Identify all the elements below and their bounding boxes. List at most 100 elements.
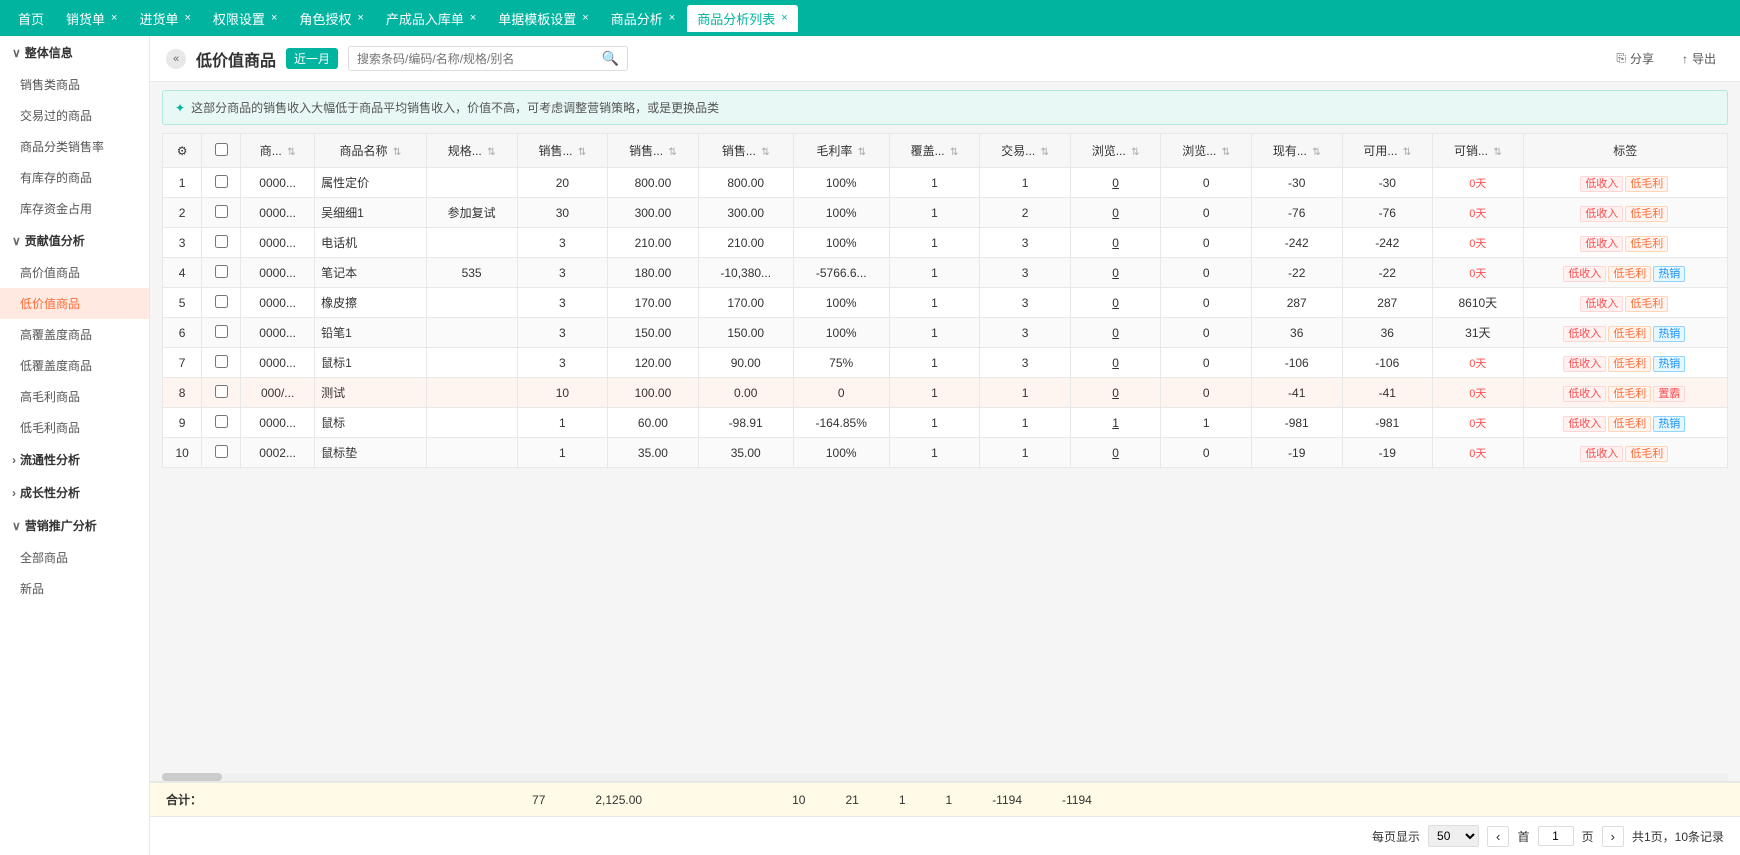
row-checkbox[interactable] xyxy=(215,325,228,338)
cell-views1[interactable]: 0 xyxy=(1070,168,1161,198)
views1-link[interactable]: 0 xyxy=(1112,206,1119,220)
section-marketing[interactable]: ∨ 营销推广分析 xyxy=(0,509,149,542)
sidebar-item-low-coverage[interactable]: 低覆盖度商品 xyxy=(0,350,149,381)
views1-link[interactable]: 0 xyxy=(1112,266,1119,280)
scrollbar-thumb[interactable] xyxy=(162,773,222,781)
cell-checkbox[interactable] xyxy=(202,198,241,228)
nav-sales[interactable]: 销货单 × xyxy=(56,5,127,32)
period-badge[interactable]: 近一月 xyxy=(286,48,338,69)
first-page-btn[interactable]: ‹ xyxy=(1487,826,1509,847)
close-icon[interactable]: × xyxy=(781,12,787,24)
col-saleable[interactable]: 可销... ⇅ xyxy=(1433,134,1524,168)
row-checkbox[interactable] xyxy=(215,235,228,248)
cell-checkbox[interactable] xyxy=(202,378,241,408)
col-coverage[interactable]: 覆盖... ⇅ xyxy=(889,134,980,168)
sidebar-item-low-margin[interactable]: 低毛利商品 xyxy=(0,412,149,443)
close-icon[interactable]: × xyxy=(184,12,190,24)
sidebar-item-sales-products[interactable]: 销售类商品 xyxy=(0,69,149,100)
cell-checkbox[interactable] xyxy=(202,228,241,258)
views1-link[interactable]: 0 xyxy=(1112,296,1119,310)
row-checkbox[interactable] xyxy=(215,265,228,278)
nav-stock-in[interactable]: 产成品入库单 × xyxy=(376,5,486,32)
per-page-select[interactable]: 50 100 xyxy=(1428,825,1479,847)
col-spec[interactable]: 规格... ⇅ xyxy=(426,134,517,168)
views1-link[interactable]: 0 xyxy=(1112,176,1119,190)
cell-views1[interactable]: 1 xyxy=(1070,408,1161,438)
section-circulation[interactable]: › 流通性分析 xyxy=(0,443,149,476)
close-icon[interactable]: × xyxy=(357,12,363,24)
row-checkbox[interactable] xyxy=(215,355,228,368)
sidebar-item-traded-products[interactable]: 交易过的商品 xyxy=(0,100,149,131)
col-views1[interactable]: 浏览... ⇅ xyxy=(1070,134,1161,168)
row-checkbox[interactable] xyxy=(215,175,228,188)
col-views2[interactable]: 浏览... ⇅ xyxy=(1161,134,1252,168)
cell-views1[interactable]: 0 xyxy=(1070,318,1161,348)
views1-link[interactable]: 0 xyxy=(1112,446,1119,460)
col-gross-rate[interactable]: 毛利率 ⇅ xyxy=(793,134,889,168)
cell-checkbox[interactable] xyxy=(202,318,241,348)
nav-template[interactable]: 单据模板设置 × xyxy=(488,5,598,32)
cell-checkbox[interactable] xyxy=(202,348,241,378)
nav-product-analysis-list[interactable]: 商品分析列表 × xyxy=(687,5,797,32)
row-checkbox[interactable] xyxy=(215,415,228,428)
col-name[interactable]: 商品名称 ⇅ xyxy=(315,134,426,168)
nav-purchase[interactable]: 进货单 × xyxy=(129,5,200,32)
views1-link[interactable]: 1 xyxy=(1112,416,1119,430)
col-sales-cost[interactable]: 销售... ⇅ xyxy=(698,134,793,168)
cell-views1[interactable]: 0 xyxy=(1070,198,1161,228)
sidebar-item-category-sales[interactable]: 商品分类销售率 xyxy=(0,131,149,162)
sidebar-item-high-value[interactable]: 高价值商品 xyxy=(0,257,149,288)
cell-checkbox[interactable] xyxy=(202,168,241,198)
col-tags[interactable]: 标签 xyxy=(1523,134,1727,168)
col-available[interactable]: 可用... ⇅ xyxy=(1342,134,1433,168)
views1-link[interactable]: 0 xyxy=(1112,356,1119,370)
select-all-checkbox[interactable] xyxy=(215,143,228,156)
col-settings[interactable]: ⚙ xyxy=(163,134,202,168)
section-growth[interactable]: › 成长性分析 xyxy=(0,476,149,509)
cell-views1[interactable]: 0 xyxy=(1070,228,1161,258)
sidebar-item-all-products[interactable]: 全部商品 xyxy=(0,542,149,573)
collapse-button[interactable]: « xyxy=(166,49,186,69)
cell-views1[interactable]: 0 xyxy=(1070,348,1161,378)
sidebar-item-high-coverage[interactable]: 高覆盖度商品 xyxy=(0,319,149,350)
sidebar-item-high-margin[interactable]: 高毛利商品 xyxy=(0,381,149,412)
nav-permission[interactable]: 权限设置 × xyxy=(203,5,287,32)
row-checkbox[interactable] xyxy=(215,205,228,218)
col-code[interactable]: 商... ⇅ xyxy=(241,134,315,168)
search-icon[interactable]: 🔍 xyxy=(602,50,619,67)
next-page-btn[interactable]: › xyxy=(1602,826,1624,847)
close-icon[interactable]: × xyxy=(470,12,476,24)
search-input[interactable] xyxy=(357,52,596,66)
close-icon[interactable]: × xyxy=(669,12,675,24)
row-checkbox[interactable] xyxy=(215,295,228,308)
cell-views1[interactable]: 0 xyxy=(1070,258,1161,288)
cell-checkbox[interactable] xyxy=(202,438,241,468)
views1-link[interactable]: 0 xyxy=(1112,236,1119,250)
cell-checkbox[interactable] xyxy=(202,408,241,438)
section-contribution[interactable]: ∨ 贡献值分析 xyxy=(0,224,149,257)
col-checkbox[interactable] xyxy=(202,134,241,168)
cell-views1[interactable]: 0 xyxy=(1070,438,1161,468)
nav-home[interactable]: 首页 xyxy=(8,5,54,32)
views1-link[interactable]: 0 xyxy=(1112,386,1119,400)
nav-product-analysis[interactable]: 商品分析 × xyxy=(601,5,685,32)
cell-checkbox[interactable] xyxy=(202,258,241,288)
cell-views1[interactable]: 0 xyxy=(1070,378,1161,408)
sidebar-item-stock-capital[interactable]: 库存资金占用 xyxy=(0,193,149,224)
close-icon[interactable]: × xyxy=(582,12,588,24)
close-icon[interactable]: × xyxy=(271,12,277,24)
views1-link[interactable]: 0 xyxy=(1112,326,1119,340)
col-stock-now[interactable]: 现有... ⇅ xyxy=(1251,134,1342,168)
export-button[interactable]: ↑ 导出 xyxy=(1674,46,1724,71)
row-checkbox[interactable] xyxy=(215,385,228,398)
nav-role[interactable]: 角色授权 × xyxy=(289,5,373,32)
cell-views1[interactable]: 0 xyxy=(1070,288,1161,318)
share-button[interactable]: ⎘ 分享 xyxy=(1608,46,1662,71)
row-checkbox[interactable] xyxy=(215,445,228,458)
col-sales-qty[interactable]: 销售... ⇅ xyxy=(517,134,608,168)
sidebar-item-new-products[interactable]: 新品 xyxy=(0,573,149,604)
cell-checkbox[interactable] xyxy=(202,288,241,318)
close-icon[interactable]: × xyxy=(111,12,117,24)
section-overall[interactable]: ∨ 整体信息 xyxy=(0,36,149,69)
sidebar-item-stock-products[interactable]: 有库存的商品 xyxy=(0,162,149,193)
